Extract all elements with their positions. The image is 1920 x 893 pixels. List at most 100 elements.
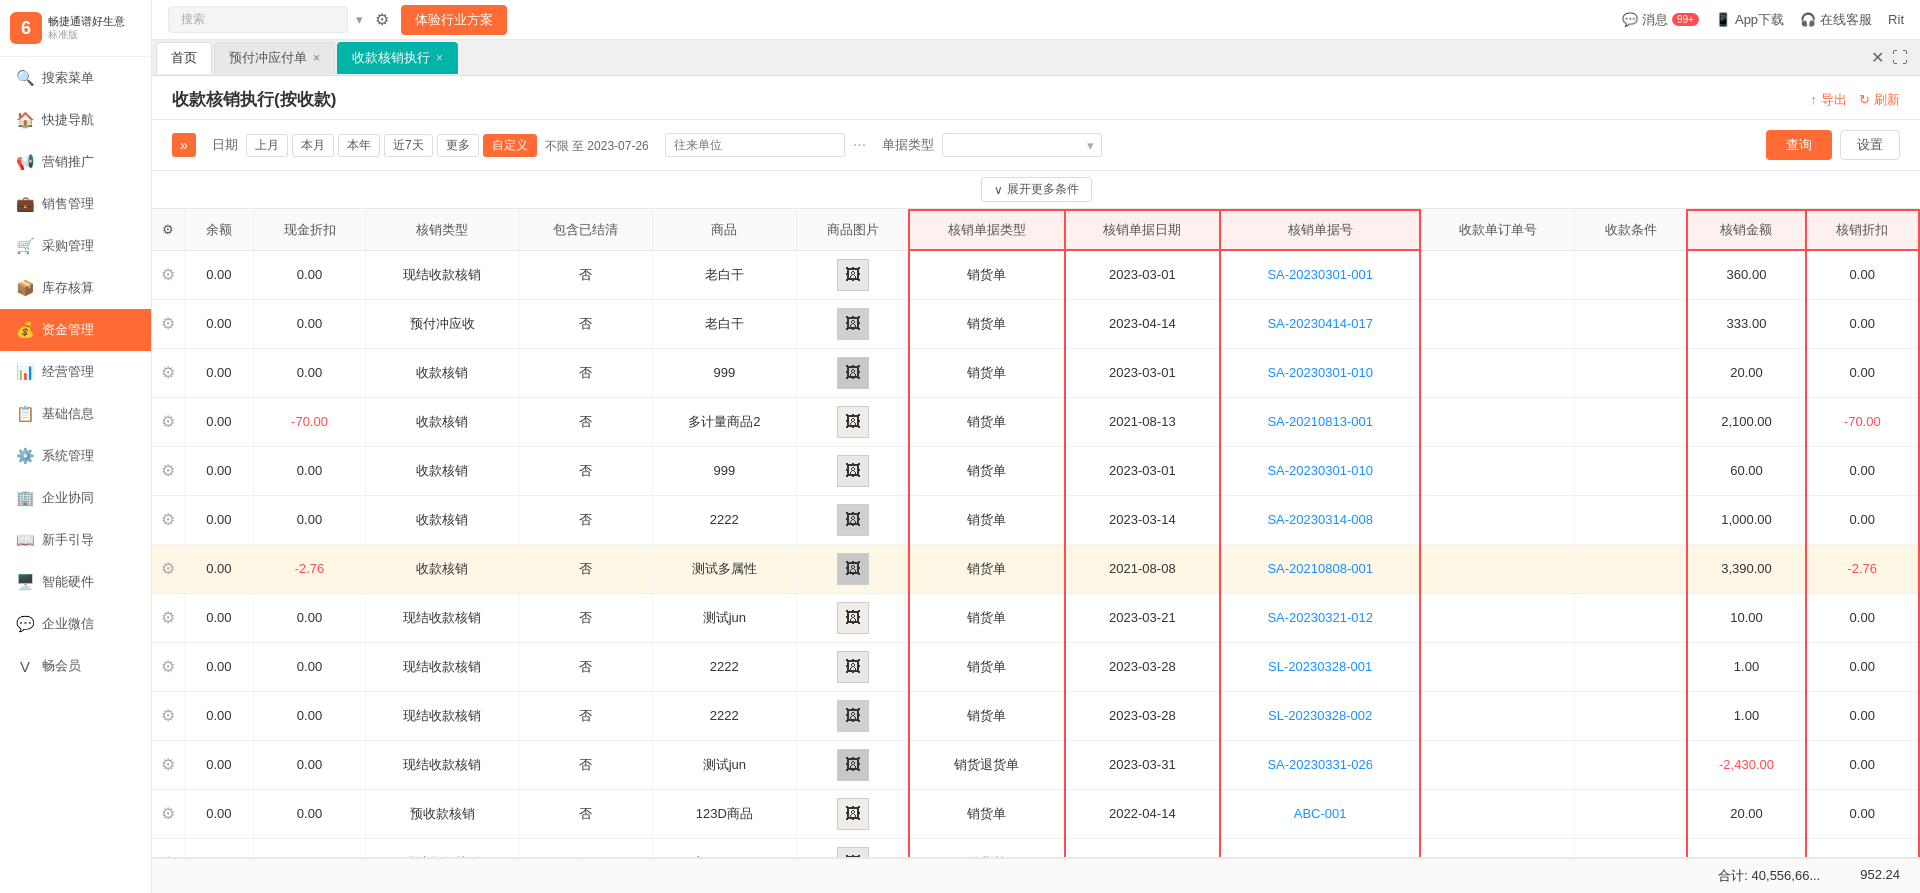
export-label: 导出	[1821, 91, 1847, 109]
table-row: ⚙ 0.00 -2.76 收款核销 否 测试多属性 🖼 销货单 2021-08-…	[152, 544, 1919, 593]
more-dates-btn[interactable]: 更多	[437, 134, 479, 157]
tabs-controls: ✕ ⛶	[1871, 48, 1916, 67]
vv-no-link[interactable]: SL-20230328-002	[1268, 708, 1372, 723]
row-co-no	[1420, 691, 1575, 740]
this-month-btn[interactable]: 本月	[292, 134, 334, 157]
sidebar-item-system[interactable]: ⚙️系统管理	[0, 435, 151, 477]
user-profile[interactable]: Rit	[1888, 12, 1904, 27]
vv-no-link[interactable]: SA-20230331-026	[1267, 757, 1373, 772]
inventory-nav-label: 库存核算	[42, 279, 94, 297]
row-payment-terms	[1575, 740, 1688, 789]
sidebar-item-enterprise[interactable]: 🏢企业协同	[0, 477, 151, 519]
row-amount: 360.00	[1687, 250, 1805, 299]
sidebar-item-marketing[interactable]: 📢营销推广	[0, 141, 151, 183]
row-gear[interactable]: ⚙	[152, 299, 184, 348]
tab-collection[interactable]: 收款核销执行 ×	[337, 42, 458, 74]
date-filter-group: 日期 上月 本月 本年 近7天 更多 自定义 不限 至 2023-07-26	[212, 134, 649, 157]
row-gear[interactable]: ⚙	[152, 691, 184, 740]
row-gear[interactable]: ⚙	[152, 397, 184, 446]
vv-no-link[interactable]: SA-20230301-010	[1267, 463, 1373, 478]
data-table-area: ⚙ 余额 现金折扣 核销类型 包含已结清 商品 商品图片 核销单据类型 核销单据…	[152, 209, 1920, 857]
sidebar-item-inventory[interactable]: 📦库存核算	[0, 267, 151, 309]
vv-no-link[interactable]: SA-20230301-001	[1267, 267, 1373, 282]
vv-no-link[interactable]: SA-20230414-017	[1267, 316, 1373, 331]
voucher-type-select[interactable]	[942, 133, 1102, 157]
product-image: 🖼	[837, 798, 869, 830]
refresh-button[interactable]: ↻ 刷新	[1859, 91, 1900, 109]
tab-expand-icon[interactable]: ⛶	[1892, 49, 1908, 67]
vv-no-link[interactable]: SA-20230301-010	[1267, 365, 1373, 380]
app-download-button[interactable]: 📱 App下载	[1715, 11, 1784, 29]
sales-nav-icon: 💼	[16, 195, 34, 213]
row-balance: 0.00	[184, 348, 254, 397]
partner-input[interactable]	[665, 133, 845, 157]
row-cash-discount: 0.00	[254, 446, 366, 495]
row-balance: 0.00	[184, 642, 254, 691]
messages-button[interactable]: 💬 消息 99+	[1622, 11, 1699, 29]
filter-collapse-btn[interactable]: »	[172, 133, 196, 157]
industry-solution-button[interactable]: 体验行业方案	[401, 5, 507, 35]
row-co-no	[1420, 299, 1575, 348]
row-gear[interactable]: ⚙	[152, 789, 184, 838]
row-balance: 0.00	[184, 495, 254, 544]
expand-bar: ∨ 展开更多条件	[152, 171, 1920, 209]
vv-no-link[interactable]: SA-20210813-001	[1267, 414, 1373, 429]
sidebar-item-quick-nav[interactable]: 🏠快捷导航	[0, 99, 151, 141]
tab-prepay[interactable]: 预付冲应付单 ×	[214, 42, 335, 74]
tab-close-all-icon[interactable]: ✕	[1871, 48, 1884, 67]
row-payment-terms	[1575, 691, 1688, 740]
table-row: ⚙ 0.00 0.00 收款核销 否 2222 🖼 销货单 2023-03-14…	[152, 495, 1919, 544]
last-month-btn[interactable]: 上月	[246, 134, 288, 157]
sidebar-item-guide[interactable]: 📖新手引导	[0, 519, 151, 561]
sidebar-item-basic-info[interactable]: 📋基础信息	[0, 393, 151, 435]
row-vv-date: 2022-04-14	[1065, 789, 1220, 838]
row-amount: 3,390.00	[1687, 544, 1805, 593]
expand-conditions-button[interactable]: ∨ 展开更多条件	[981, 177, 1092, 202]
row-vv-no: SA-20210813-001	[1220, 397, 1420, 446]
row-gear[interactable]: ⚙	[152, 593, 184, 642]
vv-no-link[interactable]: SA-20210808-001	[1267, 561, 1373, 576]
sidebar-item-wechat[interactable]: 💬企业微信	[0, 603, 151, 645]
tab-prepay-close[interactable]: ×	[313, 51, 320, 65]
row-payment-terms	[1575, 789, 1688, 838]
row-gear[interactable]: ⚙	[152, 838, 184, 857]
sidebar-item-purchase[interactable]: 🛒采购管理	[0, 225, 151, 267]
sidebar-item-operations[interactable]: 📊经营管理	[0, 351, 151, 393]
last-7days-btn[interactable]: 近7天	[384, 134, 433, 157]
row-gear[interactable]: ⚙	[152, 544, 184, 593]
tab-collection-close[interactable]: ×	[436, 51, 443, 65]
sidebar-item-search[interactable]: 🔍搜索菜单	[0, 57, 151, 99]
export-button[interactable]: ↑ 导出	[1811, 91, 1848, 109]
filter-bar: » 日期 上月 本月 本年 近7天 更多 自定义 不限 至 2023-07-26	[152, 120, 1920, 171]
date-filter-label: 日期	[212, 136, 238, 154]
vv-no-link[interactable]: SA-20230314-008	[1267, 512, 1373, 527]
vv-no-link[interactable]: SA-20230321-012	[1267, 610, 1373, 625]
custom-date-btn[interactable]: 自定义	[483, 134, 537, 157]
sidebar-item-vip[interactable]: V畅会员	[0, 645, 151, 687]
topbar-gear-icon[interactable]: ⚙	[375, 10, 389, 29]
row-gear[interactable]: ⚙	[152, 250, 184, 299]
row-co-no	[1420, 348, 1575, 397]
row-gear[interactable]: ⚙	[152, 642, 184, 691]
quick-nav-nav-icon: 🏠	[16, 111, 34, 129]
sidebar-item-hardware[interactable]: 🖥️智能硬件	[0, 561, 151, 603]
row-gear[interactable]: ⚙	[152, 348, 184, 397]
row-gear[interactable]: ⚙	[152, 495, 184, 544]
row-vv-no: SL-20230328-001	[1220, 642, 1420, 691]
row-product-image: 🖼	[797, 299, 910, 348]
sidebar-item-sales[interactable]: 💼销售管理	[0, 183, 151, 225]
this-year-btn[interactable]: 本年	[338, 134, 380, 157]
row-gear[interactable]: ⚙	[152, 740, 184, 789]
row-gear[interactable]: ⚙	[152, 446, 184, 495]
tab-home[interactable]: 首页	[156, 42, 212, 74]
query-button[interactable]: 查询	[1766, 130, 1832, 160]
sidebar-item-finance[interactable]: 💰资金管理	[0, 309, 151, 351]
row-amount: 20.00	[1687, 348, 1805, 397]
row-vv-date: 2021-08-08	[1065, 544, 1220, 593]
row-verify-type: 现结收款核销	[365, 740, 519, 789]
online-service-button[interactable]: 🎧 在线客服	[1800, 11, 1872, 29]
topbar-dropdown-arrow[interactable]: ▾	[356, 12, 363, 27]
vv-no-link[interactable]: ABC-001	[1294, 806, 1347, 821]
vv-no-link[interactable]: SL-20230328-001	[1268, 659, 1372, 674]
setting-button[interactable]: 设置	[1840, 130, 1900, 160]
